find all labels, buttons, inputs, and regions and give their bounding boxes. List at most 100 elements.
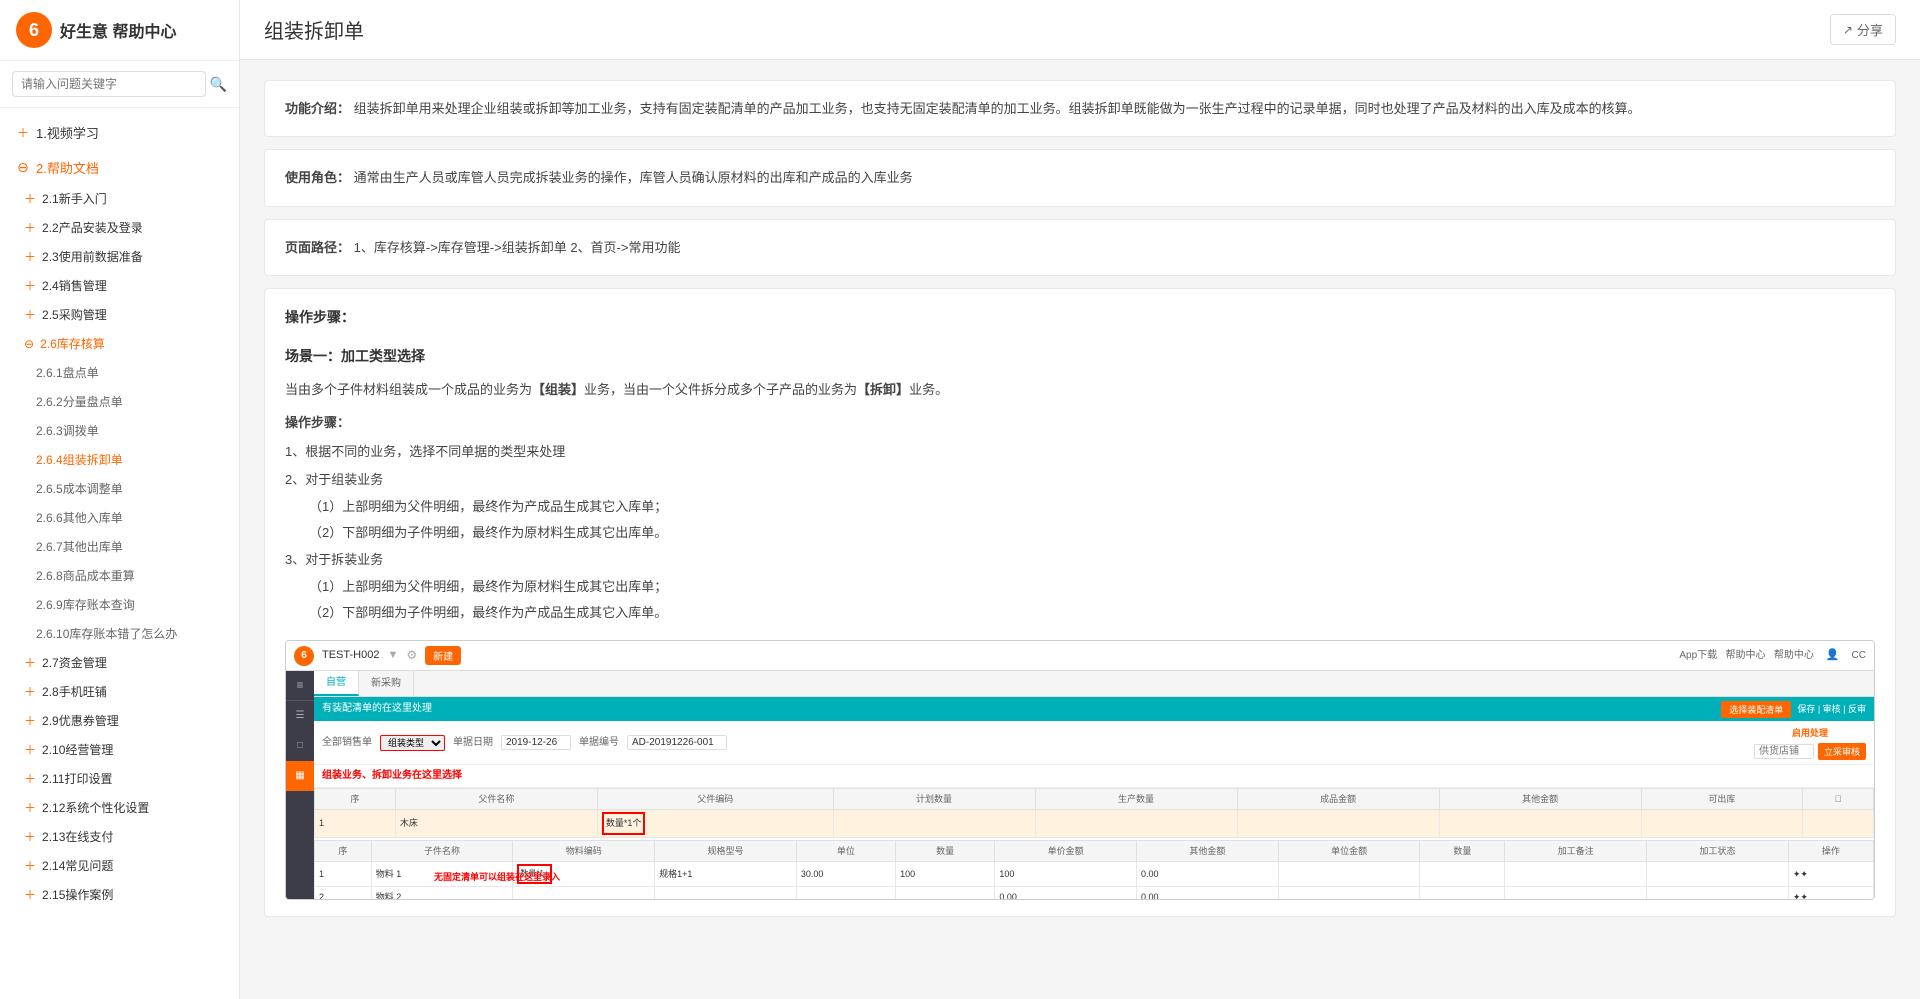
sidebar-item-video-learning[interactable]: ＋ 1.视频学习: [0, 116, 239, 149]
mock-no-input[interactable]: [627, 735, 727, 750]
mock-sub-th-spec: 规格型号: [655, 840, 797, 861]
sidebar-item-transfer[interactable]: 2.6.3调拨单: [0, 416, 239, 445]
mock-teal-header: 有装配清单的在这里处理 选择装配清单 保存 | 审核 | 反审: [314, 697, 1874, 721]
mock-supplier-input[interactable]: [1754, 744, 1814, 759]
mock-date-input[interactable]: [501, 735, 571, 750]
path-card: 页面路径： 1、库存核算->库存管理->组装拆卸单 2、首页->常用功能: [264, 219, 1896, 276]
step3-2: （2）下部明细为子件明细，最终作为产成品生成其它入库单。: [309, 601, 1875, 624]
sidebar-item-online-pay[interactable]: ＋ 2.13在线支付: [0, 822, 239, 851]
mock-tab-self[interactable]: 自营: [314, 671, 359, 696]
sidebar-item-ops[interactable]: ＋ 2.10经营管理: [0, 735, 239, 764]
sidebar-item-purchase[interactable]: ＋ 2.5采购管理: [0, 300, 239, 329]
mock-process-label: 启用处理: [1792, 725, 1828, 741]
search-button[interactable]: 🔍: [210, 76, 227, 93]
mock-th-qty: 计划数量: [833, 789, 1035, 810]
sidebar-item-customize[interactable]: ＋ 2.12系统个性化设置: [0, 793, 239, 822]
sidebar-item-data-prep[interactable]: ＋ 2.3使用前数据准备: [0, 242, 239, 271]
search-box: 🔍: [0, 61, 239, 108]
mock-th-seq: 序: [315, 789, 396, 810]
mock-sub-th-unit: 单位: [796, 840, 895, 861]
op-steps-card: 操作步骤： 场景一：加工类型选择 当由多个子件材料组装成一个成品的业务为【组装】…: [264, 288, 1896, 917]
mock-process-toggle-row: 立采审核: [1754, 743, 1866, 760]
mock-td-plan-qty: [833, 810, 1035, 837]
mock-th-action: : [1803, 789, 1874, 810]
sidebar-item-stocktake[interactable]: 2.6.1盘点单: [0, 358, 239, 387]
page-title: 组装拆卸单: [264, 15, 364, 44]
sidebar-item-cases[interactable]: ＋ 2.15操作案例: [0, 880, 239, 909]
mock-th-other-amount: 其他金额: [1439, 789, 1641, 810]
mock-main-content: 自营 新采购 有装配清单的在这里处理 选择装配清单 保存 | 审核 | 反审: [314, 671, 1874, 899]
mock-no-label: 单据编号: [579, 734, 619, 752]
plus-icon: ＋: [24, 712, 36, 729]
sidebar-item-beginner[interactable]: ＋ 2.1新手入门: [0, 184, 239, 213]
mock-code-highlight: 数量*1个: [602, 812, 646, 834]
mock-sub-th-seq: 序: [315, 840, 372, 861]
sidebar-item-cost-adjust[interactable]: 2.6.5成本调整单: [0, 474, 239, 503]
sidebar-item-ledger-query[interactable]: 2.6.9库存账本查询: [0, 590, 239, 619]
mock-select-btn[interactable]: 选择装配清单: [1721, 701, 1791, 718]
mock-sub-th-act: 操作: [1788, 840, 1873, 861]
func-intro-text: 功能介绍： 组装拆卸单用来处理企业组装或拆卸等加工业务，支持有固定装配清单的产品…: [285, 97, 1875, 120]
minus-icon: ⊖: [16, 161, 30, 175]
step2-1: （1）上部明细为父件明细，最终作为产成品生成其它入库单；: [309, 495, 1875, 518]
mock-user-label: CC: [1852, 647, 1866, 665]
mock-logo: 6: [294, 646, 314, 666]
mock-td-other: [1439, 810, 1641, 837]
sidebar-item-partial-stocktake[interactable]: 2.6.2分量盘点单: [0, 387, 239, 416]
mock-type-label: 全部销售单: [322, 734, 372, 752]
sidebar-header: 6 好生意 帮助中心: [0, 0, 239, 61]
logo-icon: 6: [16, 12, 52, 48]
mock-sidebar-icon-2: ☰: [286, 701, 314, 731]
annotation-bottom: 无固定清单可以组装在这里录入: [434, 869, 560, 885]
step3: 3、对于拆装业务: [285, 548, 1875, 571]
role-card: 使用角色： 通常由生产人员或库管人员完成拆装业务的操作，库管人员确认原材料的出库…: [264, 149, 1896, 206]
sidebar-item-assembly[interactable]: 2.6.4组装拆卸单: [0, 445, 239, 474]
sidebar-item-ledger-fix[interactable]: 2.6.10库存账本错了怎么办: [0, 619, 239, 648]
mock-new-btn[interactable]: 新建: [425, 646, 461, 665]
sidebar-item-cost-recalc[interactable]: 2.6.8商品成本重算: [0, 561, 239, 590]
mock-sub-th-unit-amt: 单位金额: [1278, 840, 1420, 861]
search-input[interactable]: [12, 71, 206, 97]
mock-tabs: 自营 新采购: [314, 671, 1874, 697]
sidebar-item-help-docs[interactable]: ⊖ 2.帮助文档: [0, 151, 239, 184]
mock-sub-th-child-name: 子件名称: [371, 840, 513, 861]
share-button[interactable]: ↗ 分享: [1830, 14, 1896, 45]
mock-td-seq: 1: [315, 810, 396, 837]
screenshot-inner: 6 TEST-H002 ▼ ⚙ 新建 App下载 帮助中心 帮助中心 👤 CC: [286, 641, 1874, 899]
sidebar-item-inventory[interactable]: ⊖ 2.6库存核算: [0, 329, 239, 358]
mock-td-amt: [1237, 810, 1439, 837]
sidebar-item-finance[interactable]: ＋ 2.7资金管理: [0, 648, 239, 677]
plus-icon: ＋: [24, 828, 36, 845]
main-header: 组装拆卸单 ↗ 分享: [240, 0, 1920, 60]
mock-th-amount: 成品金额: [1237, 789, 1439, 810]
mock-sub-th-status: 加工状态: [1647, 840, 1789, 861]
sidebar-item-other-out[interactable]: 2.6.7其他出库单: [0, 532, 239, 561]
sidebar-nav: ＋ 1.视频学习 ⊖ 2.帮助文档 ＋ 2.1新手入门 ＋ 2.2产品安装及登录: [0, 108, 239, 999]
plus-icon: ＋: [24, 190, 36, 207]
op-steps-title: 操作步骤：: [285, 305, 1875, 330]
mock-action-labels: 保存 | 审核 | 反审: [1797, 701, 1866, 717]
main-body: 功能介绍： 组装拆卸单用来处理企业组装或拆卸等加工业务，支持有固定装配清单的产品…: [240, 60, 1920, 999]
mock-type-select[interactable]: 组装类型: [380, 735, 445, 751]
mock-user-icon: 👤: [1826, 646, 1840, 666]
sidebar-item-install[interactable]: ＋ 2.2产品安装及登录: [0, 213, 239, 242]
sidebar-item-coupon[interactable]: ＋ 2.9优惠券管理: [0, 706, 239, 735]
mock-upper-table: 序 父件名称 父件编码 计划数量 生产数量 成品金额 其他金额 可出库 : [314, 788, 1874, 837]
sidebar-item-faq[interactable]: ＋ 2.14常见问题: [0, 851, 239, 880]
sidebar-item-mobile[interactable]: ＋ 2.8手机旺铺: [0, 677, 239, 706]
plus-icon: ＋: [24, 277, 36, 294]
plus-icon: ＋: [24, 248, 36, 265]
mock-sub-th-qty: 数量: [896, 840, 995, 861]
sidebar-item-sales[interactable]: ＋ 2.4销售管理: [0, 271, 239, 300]
sidebar-item-other-in[interactable]: 2.6.6其他入库单: [0, 503, 239, 532]
sidebar-item-label: 1.视频学习: [36, 123, 99, 142]
plus-icon: ＋: [24, 857, 36, 874]
plus-icon: ＋: [24, 654, 36, 671]
mock-confirm-btn[interactable]: 立采审核: [1818, 743, 1866, 760]
mock-th-prod-qty: 生产数量: [1035, 789, 1237, 810]
plus-icon: ＋: [24, 770, 36, 787]
mock-nav-help: App下载 帮助中心 帮助中心: [1679, 647, 1813, 665]
sidebar-item-print[interactable]: ＋ 2.11打印设置: [0, 764, 239, 793]
mock-tab-purchase[interactable]: 新采购: [359, 671, 414, 696]
mock-th-parent-code: 父件编码: [597, 789, 833, 810]
